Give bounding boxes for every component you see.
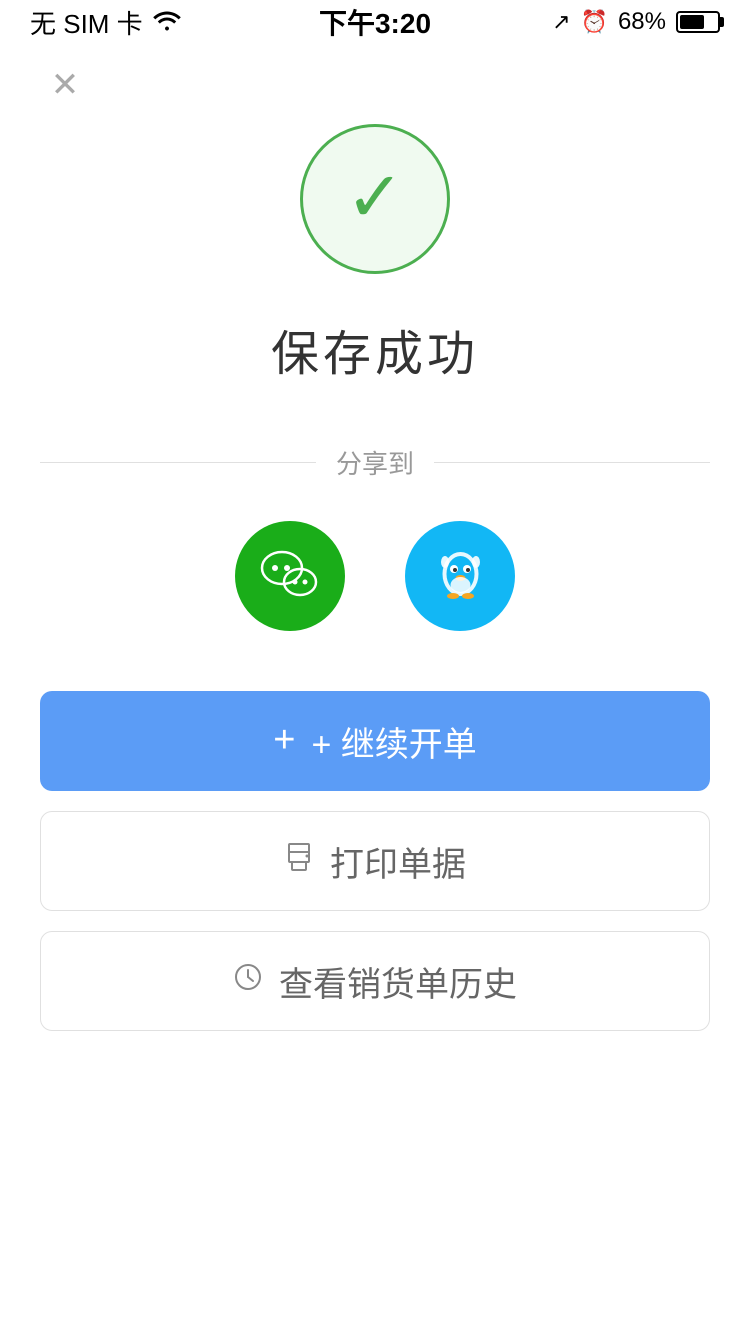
- continue-label: + 继续开单: [311, 717, 476, 766]
- success-circle: ✓: [300, 124, 450, 274]
- history-icon: [233, 962, 263, 1001]
- sim-status: 无 SIM 卡: [30, 4, 143, 41]
- continue-button[interactable]: + + 继续开单: [40, 691, 710, 791]
- divider-line-right: [434, 462, 710, 463]
- share-section: 分享到: [40, 444, 710, 631]
- close-icon: ✕: [51, 65, 80, 105]
- battery-fill: [680, 15, 704, 29]
- action-buttons: + + 继续开单 打印单据: [40, 691, 710, 1031]
- divider-line-left: [40, 462, 316, 463]
- main-content: ✓ 保存成功 分享到: [0, 44, 750, 1031]
- success-title: 保存成功: [271, 314, 479, 384]
- battery-icon: [676, 11, 720, 33]
- share-icons: [235, 521, 515, 631]
- battery-percent: 68%: [618, 8, 666, 36]
- share-divider: 分享到: [40, 444, 710, 481]
- print-label: 打印单据: [330, 837, 466, 886]
- checkmark-icon: ✓: [346, 162, 405, 232]
- alarm-icon: ⏰: [581, 9, 608, 35]
- print-button[interactable]: 打印单据: [40, 811, 710, 911]
- close-button[interactable]: ✕: [40, 60, 90, 110]
- wechat-share-button[interactable]: [235, 521, 345, 631]
- plus-icon: +: [273, 719, 295, 762]
- status-time: 下午3:20: [319, 2, 431, 42]
- location-icon: ↗: [552, 9, 570, 35]
- history-label: 查看销货单历史: [279, 957, 517, 1006]
- status-bar: 无 SIM 卡 下午3:20 ↗ ⏰ 68%: [0, 0, 750, 44]
- print-icon: [284, 842, 314, 880]
- share-label: 分享到: [336, 444, 414, 481]
- history-button[interactable]: 查看销货单历史: [40, 931, 710, 1031]
- qq-share-button[interactable]: [405, 521, 515, 631]
- status-right: ↗ ⏰ 68%: [552, 8, 720, 36]
- status-left: 无 SIM 卡: [30, 4, 181, 41]
- wifi-icon: [153, 7, 181, 38]
